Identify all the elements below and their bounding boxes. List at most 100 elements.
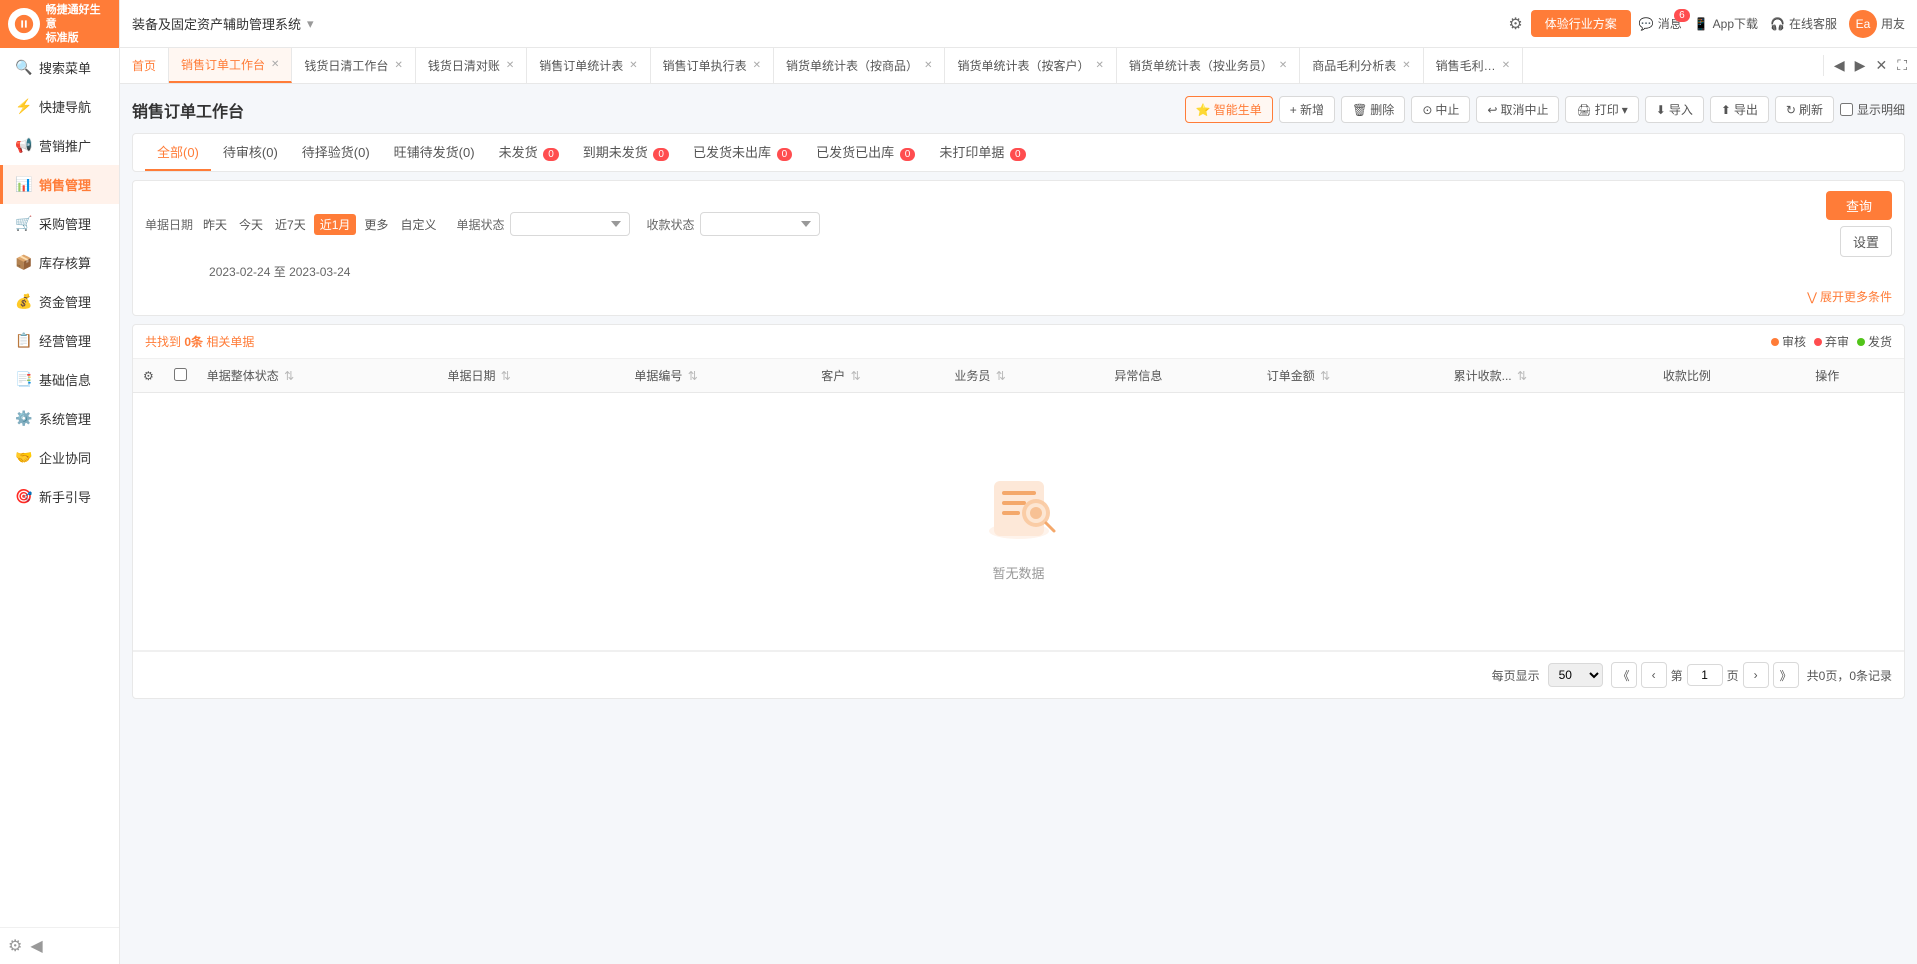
sidebar-item-inventory[interactable]: 📦 库存核算	[0, 243, 119, 282]
filter-tab-all[interactable]: 全部(0)	[145, 134, 211, 171]
tab-product-margin[interactable]: 商品毛利分析表 ✕	[1300, 48, 1423, 83]
sort-icon-6[interactable]: ⇅	[1320, 369, 1330, 383]
ship-action[interactable]: 发货	[1857, 333, 1892, 350]
col-checkbox[interactable]	[164, 359, 197, 393]
tab-close-icon-10[interactable]: ✕	[1502, 60, 1510, 71]
sort-icon-1[interactable]: ⇅	[501, 369, 511, 383]
tab-sales-stat[interactable]: 销售订单统计表 ✕	[527, 48, 650, 83]
sort-icon-7[interactable]: ⇅	[1517, 369, 1527, 383]
pagination: 每页显示 50 100 200 《 ‹ 第 页 › 》 共0页，0条记录	[133, 651, 1904, 698]
sidebar-item-search[interactable]: 🔍 搜索菜单	[0, 48, 119, 87]
settings-bottom-btn[interactable]: ⚙	[8, 936, 22, 956]
tab-close-icon-2[interactable]: ✕	[394, 60, 402, 71]
tab-sales-customer[interactable]: 销货单统计表（按客户） ✕	[945, 48, 1116, 83]
cancel-review-action[interactable]: 弃审	[1814, 333, 1849, 350]
sort-icon-4[interactable]: ⇅	[996, 369, 1006, 383]
sidebar-item-enterprise[interactable]: 🤝 企业协同	[0, 438, 119, 477]
set-button[interactable]: 设置	[1840, 226, 1892, 257]
sidebar-item-finance[interactable]: 💰 资金管理	[0, 282, 119, 321]
import-button[interactable]: ⬇ 导入	[1645, 96, 1704, 123]
page-first-btn[interactable]: 《	[1611, 662, 1637, 688]
tab-close-icon-7[interactable]: ✕	[1095, 60, 1103, 71]
tab-sales-product[interactable]: 销货单统计表（按商品） ✕	[774, 48, 945, 83]
delete-button[interactable]: 🗑 删除	[1341, 96, 1405, 123]
sidebar-item-management[interactable]: 📋 经营管理	[0, 321, 119, 360]
message-action[interactable]: 💬 消息 6	[1639, 15, 1682, 32]
sidebar-item-marketing[interactable]: 📢 营销推广	[0, 126, 119, 165]
tab-close-icon-9[interactable]: ✕	[1402, 60, 1410, 71]
page-prev-btn[interactable]: ‹	[1641, 662, 1667, 688]
sort-icon-3[interactable]: ⇅	[851, 369, 861, 383]
stop-button[interactable]: ⊙ 中止	[1411, 96, 1470, 123]
guide-icon: 🎯	[15, 488, 33, 506]
date-more[interactable]: 更多	[360, 214, 392, 235]
add-button[interactable]: + 新增	[1279, 96, 1335, 123]
sidebar-item-system[interactable]: ⚙️ 系统管理	[0, 399, 119, 438]
per-page-select[interactable]: 50 100 200	[1548, 663, 1603, 687]
logo-text: 畅捷通好生意 标准版	[46, 3, 111, 46]
date-today[interactable]: 今天	[235, 214, 267, 235]
tab-close-icon-5[interactable]: ✕	[753, 60, 761, 71]
expand-button[interactable]: ⋁ 展开更多条件	[1807, 288, 1892, 305]
filter-tab-shipped-not-out[interactable]: 已发货未出库 0	[681, 134, 804, 171]
date-1month[interactable]: 近1月	[314, 214, 357, 235]
tab-sales-margin[interactable]: 销售毛利… ✕	[1424, 48, 1523, 83]
tab-close-icon-6[interactable]: ✕	[924, 60, 932, 71]
collapse-btn[interactable]: ◀	[30, 936, 42, 956]
page-last-btn[interactable]: 》	[1773, 662, 1799, 688]
tab-nav-close[interactable]: ✕	[1871, 55, 1891, 76]
sidebar-item-sales[interactable]: 📊 销售管理	[0, 165, 119, 204]
tab-cash-reconcile[interactable]: 钱货日清对账 ✕	[416, 48, 527, 83]
filter-tab-expired-ship[interactable]: 到期未发货 0	[571, 134, 681, 171]
tab-sales-staff[interactable]: 销货单统计表（按业务员） ✕	[1117, 48, 1300, 83]
date-yesterday[interactable]: 昨天	[199, 214, 231, 235]
tab-home[interactable]: 首页	[120, 48, 169, 83]
payment-select[interactable]	[700, 212, 820, 236]
tab-nav-expand[interactable]: ⛶	[1893, 55, 1911, 76]
tab-sales-exec[interactable]: 销售订单执行表 ✕	[651, 48, 774, 83]
filter-tab-unprinted[interactable]: 未打印单据 0	[927, 134, 1037, 171]
col-settings[interactable]: ⚙	[133, 359, 164, 393]
export-button[interactable]: ⬆ 导出	[1710, 96, 1769, 123]
review-action[interactable]: 审核	[1771, 333, 1806, 350]
sidebar-item-quicknav[interactable]: ⚡ 快捷导航	[0, 87, 119, 126]
sidebar-item-guide[interactable]: 🎯 新手引导	[0, 477, 119, 516]
tab-nav-next[interactable]: ▶	[1851, 55, 1870, 76]
star-icon: ⭐	[1196, 103, 1211, 117]
solution-button[interactable]: 体验行业方案	[1531, 10, 1631, 37]
date-custom[interactable]: 自定义	[396, 214, 440, 235]
filter-tab-pending-verify[interactable]: 待择验货(0)	[290, 134, 382, 171]
tab-close-icon[interactable]: ✕	[271, 59, 279, 70]
settings-icon[interactable]: ⚙	[1508, 14, 1522, 34]
print-button[interactable]: 🖨 打印 ▾	[1565, 96, 1638, 123]
refresh-button[interactable]: ↻ 刷新	[1775, 96, 1834, 123]
date-7days[interactable]: 近7天	[271, 214, 310, 235]
query-button[interactable]: 查询	[1826, 191, 1892, 220]
cancel-stop-button[interactable]: ↩ 取消中止	[1476, 96, 1559, 123]
tab-close-icon-4[interactable]: ✕	[629, 60, 637, 71]
tab-cash-clear[interactable]: 钱货日清工作台 ✕	[292, 48, 415, 83]
smart-gen-button[interactable]: ⭐ 智能生单	[1185, 96, 1273, 123]
online-service-action[interactable]: 🎧 在线客服	[1770, 15, 1837, 32]
sort-icon-0[interactable]: ⇅	[284, 369, 294, 383]
tab-close-icon-8[interactable]: ✕	[1279, 60, 1287, 71]
filter-tab-wangpu-ship[interactable]: 旺铺待发货(0)	[382, 134, 487, 171]
filter-tab-unshipped[interactable]: 未发货 0	[487, 134, 571, 171]
filter-tab-pending-review[interactable]: 待审核(0)	[211, 134, 290, 171]
tab-sales-workbench[interactable]: 销售订单工作台 ✕	[169, 48, 292, 83]
filter-tab-shipped-out[interactable]: 已发货已出库 0	[804, 134, 927, 171]
display-detail-checkbox[interactable]	[1840, 103, 1853, 116]
tab-close-icon-3[interactable]: ✕	[506, 60, 514, 71]
tab-nav-prev[interactable]: ◀	[1830, 55, 1849, 76]
page-input[interactable]	[1687, 664, 1723, 686]
app-download-action[interactable]: 📱 App下载	[1694, 15, 1758, 32]
sidebar-item-basic[interactable]: 📑 基础信息	[0, 360, 119, 399]
page-next-btn[interactable]: ›	[1743, 662, 1769, 688]
sidebar-item-purchase[interactable]: 🛒 采购管理	[0, 204, 119, 243]
col-customer: 客户 ⇅	[811, 359, 944, 393]
select-all-checkbox[interactable]	[174, 368, 187, 381]
status-select[interactable]	[510, 212, 630, 236]
date-range-group: 昨天 今天 近7天 近1月 更多 自定义	[199, 214, 440, 235]
sort-icon-2[interactable]: ⇅	[688, 369, 698, 383]
user-action[interactable]: Ea 用友	[1849, 10, 1905, 38]
